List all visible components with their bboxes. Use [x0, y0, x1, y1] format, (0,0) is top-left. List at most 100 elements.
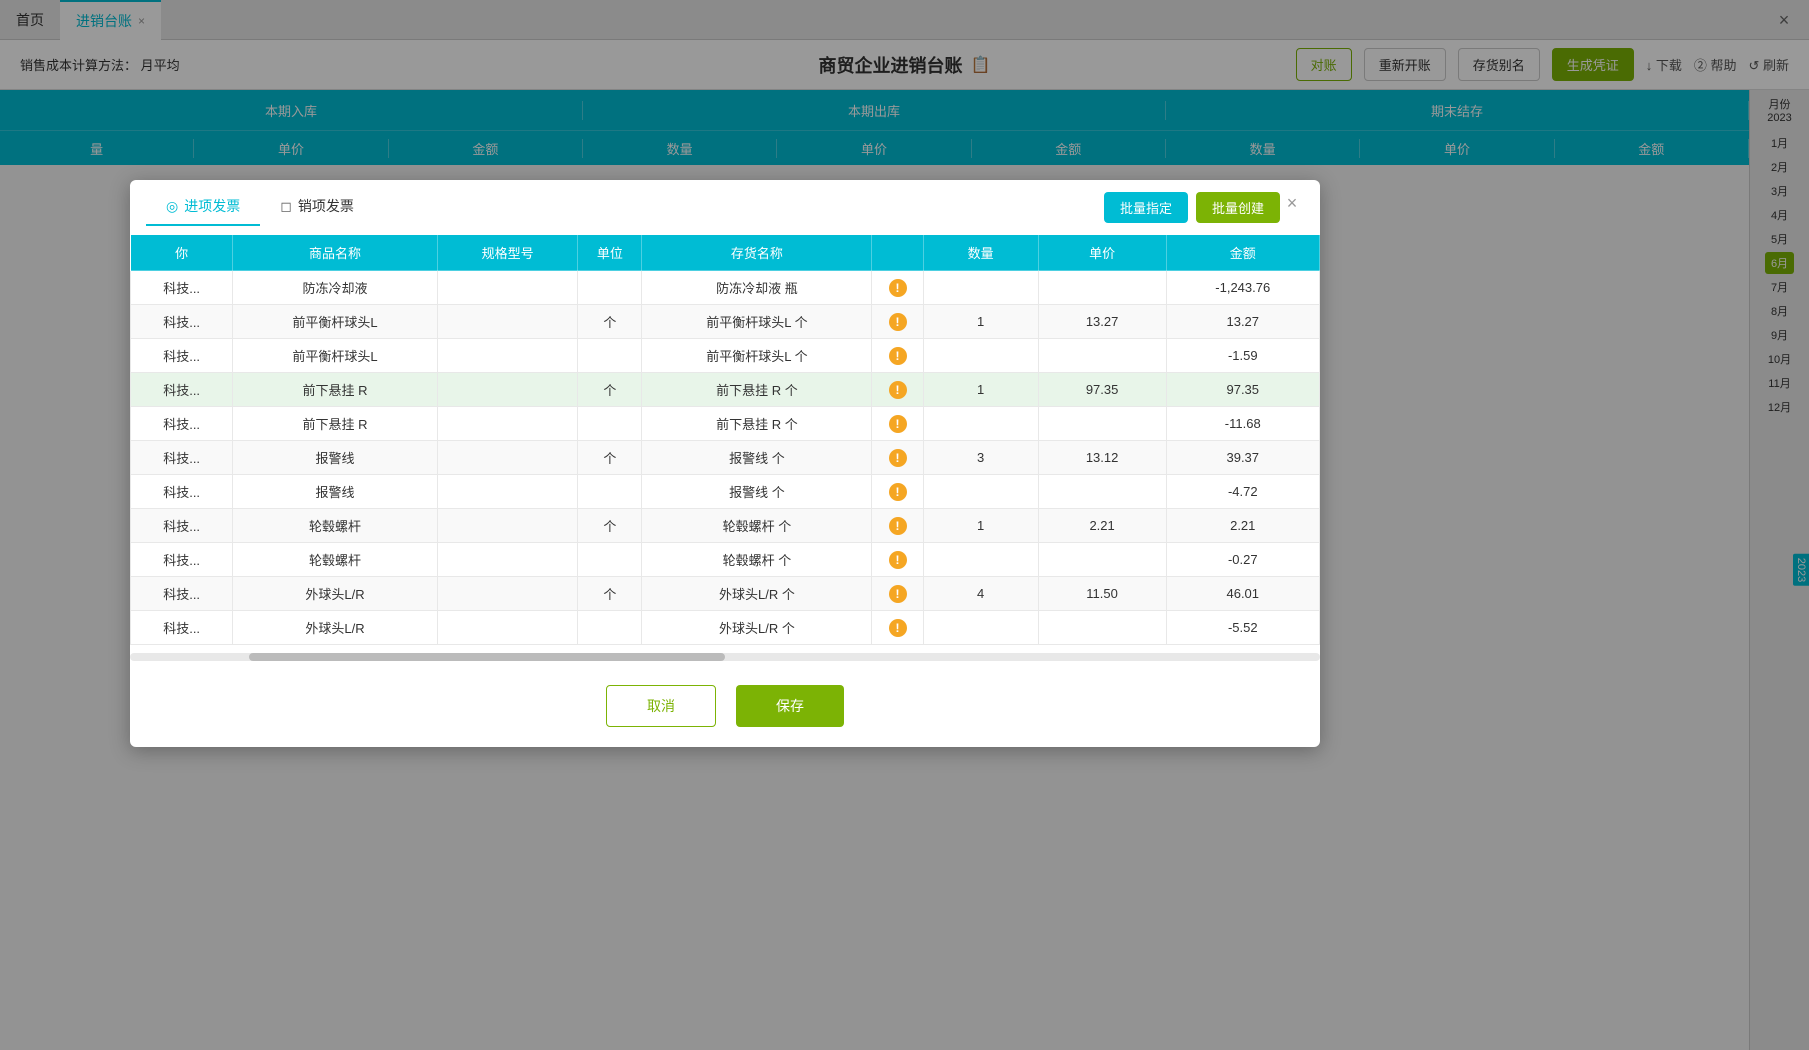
cell-spec: [437, 441, 578, 475]
horizontal-scrollbar[interactable]: [130, 653, 1320, 661]
table-row[interactable]: 科技... 前下悬挂 R 个 前下悬挂 R 个 ! 1 97.35 97.35: [131, 373, 1320, 407]
cell-product: 前下悬挂 R: [233, 373, 438, 407]
cell-warning: !: [872, 373, 923, 407]
cell-qty: 3: [923, 441, 1038, 475]
cell-price: 13.27: [1038, 305, 1166, 339]
warning-icon: !: [889, 483, 907, 501]
cell-spec: [437, 305, 578, 339]
cell-warning: !: [872, 407, 923, 441]
cell-warning: !: [872, 271, 923, 305]
cell-warning: !: [872, 305, 923, 339]
cell-qty: [923, 271, 1038, 305]
cell-spec: [437, 271, 578, 305]
cell-spec: [437, 339, 578, 373]
warning-icon: !: [889, 313, 907, 331]
cell-unit: [578, 611, 642, 645]
cell-inventory: 轮毂螺杆 个: [642, 543, 872, 577]
cell-inventory: 防冻冷却液 瓶: [642, 271, 872, 305]
cell-amount: -5.52: [1166, 611, 1319, 645]
cell-unit: 个: [578, 509, 642, 543]
warning-icon: !: [889, 449, 907, 467]
table-row[interactable]: 科技... 防冻冷却液 防冻冷却液 瓶 ! -1,243.76: [131, 271, 1320, 305]
cell-inventory: 前下悬挂 R 个: [642, 407, 872, 441]
cell-price: 11.50: [1038, 577, 1166, 611]
cell-price: [1038, 543, 1166, 577]
th-inventory-name: 存货名称: [642, 235, 872, 271]
cell-amount: 97.35: [1166, 373, 1319, 407]
tab-sales-invoice[interactable]: ◻ 销项发票: [260, 188, 374, 226]
cell-company: 科技...: [131, 305, 233, 339]
th-company: 你: [131, 235, 233, 271]
cell-company: 科技...: [131, 577, 233, 611]
cell-amount: 39.37: [1166, 441, 1319, 475]
cell-inventory: 前平衡杆球头L 个: [642, 305, 872, 339]
cell-inventory: 外球头L/R 个: [642, 611, 872, 645]
th-amount: 金额: [1166, 235, 1319, 271]
cell-price: 13.12: [1038, 441, 1166, 475]
cell-price: [1038, 475, 1166, 509]
scrollbar-thumb[interactable]: [249, 653, 725, 661]
cell-company: 科技...: [131, 509, 233, 543]
warning-icon: !: [889, 619, 907, 637]
modal-tabs-area: ◎ 进项发票 ◻ 销项发票: [146, 188, 1104, 226]
cell-company: 科技...: [131, 441, 233, 475]
modal-dialog: ◎ 进项发票 ◻ 销项发票 批量指定 批量创建 × 你 商品名称 规格型号 单位…: [130, 180, 1320, 747]
table-row[interactable]: 科技... 轮毂螺杆 个 轮毂螺杆 个 ! 1 2.21 2.21: [131, 509, 1320, 543]
cell-spec: [437, 543, 578, 577]
batch-create-button[interactable]: 批量创建: [1196, 192, 1280, 223]
table-row[interactable]: 科技... 前平衡杆球头L 前平衡杆球头L 个 ! -1.59: [131, 339, 1320, 373]
table-row[interactable]: 科技... 报警线 报警线 个 ! -4.72: [131, 475, 1320, 509]
cell-product: 轮毂螺杆: [233, 543, 438, 577]
cell-qty: 1: [923, 305, 1038, 339]
cell-inventory: 报警线 个: [642, 441, 872, 475]
cell-product: 报警线: [233, 475, 438, 509]
invoice-in-icon: ◎: [166, 198, 178, 215]
th-warning: [872, 235, 923, 271]
modal-close-button[interactable]: ×: [1280, 191, 1304, 215]
cell-amount: -1.59: [1166, 339, 1319, 373]
table-row[interactable]: 科技... 前下悬挂 R 前下悬挂 R 个 ! -11.68: [131, 407, 1320, 441]
save-button[interactable]: 保存: [736, 685, 844, 727]
cell-price: [1038, 407, 1166, 441]
cell-warning: !: [872, 441, 923, 475]
table-row[interactable]: 科技... 轮毂螺杆 轮毂螺杆 个 ! -0.27: [131, 543, 1320, 577]
warning-icon: !: [889, 279, 907, 297]
cell-product: 防冻冷却液: [233, 271, 438, 305]
cell-spec: [437, 509, 578, 543]
cancel-button[interactable]: 取消: [606, 685, 716, 727]
tab-purchase-invoice[interactable]: ◎ 进项发票: [146, 188, 260, 226]
cell-amount: -11.68: [1166, 407, 1319, 441]
cell-warning: !: [872, 475, 923, 509]
cell-amount: -0.27: [1166, 543, 1319, 577]
cell-company: 科技...: [131, 475, 233, 509]
cell-inventory: 轮毂螺杆 个: [642, 509, 872, 543]
cell-qty: 1: [923, 509, 1038, 543]
cell-inventory: 前下悬挂 R 个: [642, 373, 872, 407]
cell-company: 科技...: [131, 611, 233, 645]
cell-warning: !: [872, 611, 923, 645]
warning-icon: !: [889, 347, 907, 365]
batch-assign-button[interactable]: 批量指定: [1104, 192, 1188, 223]
cell-company: 科技...: [131, 373, 233, 407]
cell-amount: -4.72: [1166, 475, 1319, 509]
cell-qty: [923, 543, 1038, 577]
cell-unit: [578, 475, 642, 509]
cell-inventory: 前平衡杆球头L 个: [642, 339, 872, 373]
cell-qty: [923, 611, 1038, 645]
cell-qty: 1: [923, 373, 1038, 407]
cell-unit: 个: [578, 373, 642, 407]
cell-product: 轮毂螺杆: [233, 509, 438, 543]
table-row[interactable]: 科技... 前平衡杆球头L 个 前平衡杆球头L 个 ! 1 13.27 13.2…: [131, 305, 1320, 339]
modal-header-row: ◎ 进项发票 ◻ 销项发票 批量指定 批量创建 ×: [130, 180, 1320, 234]
cell-amount: 13.27: [1166, 305, 1319, 339]
cell-qty: [923, 339, 1038, 373]
cell-unit: [578, 271, 642, 305]
table-row[interactable]: 科技... 外球头L/R 外球头L/R 个 ! -5.52: [131, 611, 1320, 645]
cell-product: 外球头L/R: [233, 611, 438, 645]
table-row[interactable]: 科技... 报警线 个 报警线 个 ! 3 13.12 39.37: [131, 441, 1320, 475]
table-row[interactable]: 科技... 外球头L/R 个 外球头L/R 个 ! 4 11.50 46.01: [131, 577, 1320, 611]
cell-company: 科技...: [131, 271, 233, 305]
cell-price: 97.35: [1038, 373, 1166, 407]
cell-unit: 个: [578, 305, 642, 339]
modal-body: 你 商品名称 规格型号 单位 存货名称 数量 单价 金额 科技... 防冻冷却液…: [130, 234, 1320, 653]
